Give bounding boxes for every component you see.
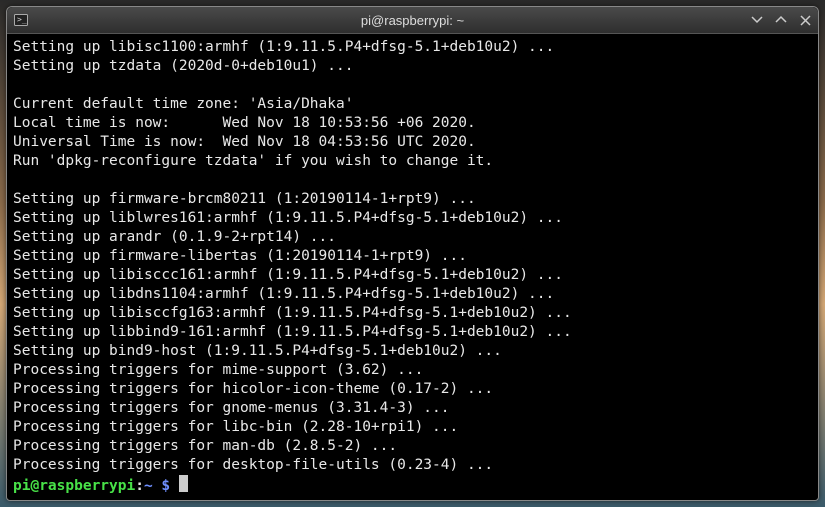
terminal-line: Setting up libdns1104:armhf (1:9.11.5.P4… [13,286,554,302]
prompt-user-host: pi@raspberrypi [13,478,135,494]
terminal-line: Setting up libbind9-161:armhf (1:9.11.5.… [13,324,572,340]
terminal-line: Setting up arandr (0.1.9-2+rpt14) ... [13,229,336,245]
prompt-path: ~ [144,478,153,494]
terminal-line: Processing triggers for mime-support (3.… [13,362,423,378]
prompt-separator: : [135,478,144,494]
minimize-button[interactable] [750,13,764,27]
terminal-line: Setting up firmware-brcm80211 (1:2019011… [13,191,476,207]
terminal-line: Run 'dpkg-reconfigure tzdata' if you wis… [13,153,493,169]
terminal-line: Universal Time is now: Wed Nov 18 04:53:… [13,134,476,150]
prompt: pi@raspberrypi:~ $ [13,478,179,494]
terminal-line: Setting up liblwres161:armhf (1:9.11.5.P… [13,210,563,226]
window-title: pi@raspberrypi: ~ [7,13,818,28]
terminal-window: >_ pi@raspberrypi: ~ Setting up libisc11… [6,6,819,501]
terminal-line: Processing triggers for gnome-menus (3.3… [13,400,450,416]
terminal-line: Setting up libisccfg163:armhf (1:9.11.5.… [13,305,572,321]
prompt-symbol: $ [153,478,179,494]
cursor [179,475,188,492]
svg-text:>_: >_ [17,15,27,24]
terminal-line: Processing triggers for man-db (2.8.5-2)… [13,438,397,454]
terminal-line: Processing triggers for hicolor-icon-the… [13,381,493,397]
terminal-line: Processing triggers for libc-bin (2.28-1… [13,419,458,435]
terminal-line: Setting up tzdata (2020d-0+deb10u1) ... [13,58,353,74]
titlebar[interactable]: >_ pi@raspberrypi: ~ [7,7,818,34]
close-button[interactable] [798,13,812,27]
terminal-line: Setting up bind9-host (1:9.11.5.P4+dfsg-… [13,343,502,359]
terminal-line: Setting up firmware-libertas (1:20190114… [13,248,467,264]
terminal-line: Setting up libisccc161:armhf (1:9.11.5.P… [13,267,563,283]
terminal-icon: >_ [13,12,29,28]
terminal-line: Setting up libisc1100:armhf (1:9.11.5.P4… [13,39,554,55]
terminal-output[interactable]: Setting up libisc1100:armhf (1:9.11.5.P4… [7,34,818,500]
terminal-line: Current default time zone: 'Asia/Dhaka' [13,96,353,112]
window-buttons [750,7,812,33]
maximize-button[interactable] [774,13,788,27]
terminal-line: Processing triggers for desktop-file-uti… [13,457,493,473]
terminal-line: Local time is now: Wed Nov 18 10:53:56 +… [13,115,476,131]
